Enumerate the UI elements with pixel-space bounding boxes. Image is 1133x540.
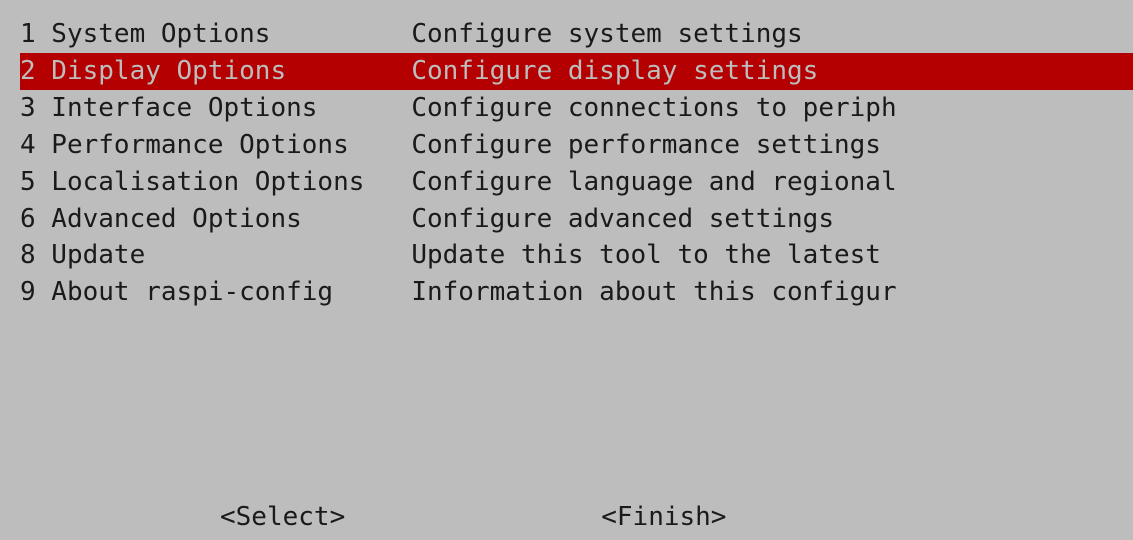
menu-item-label: 4 Performance Options [20,130,411,160]
menu-item-label: 1 System Options [20,19,411,49]
menu-item-desc: Configure system settings [411,19,802,49]
menu-item-desc: Configure language and regional [411,167,896,197]
menu-item[interactable]: 8 Update Update this tool to the latest [20,237,1133,274]
finish-button[interactable]: <Finish> [601,502,726,532]
menu-item-desc: Information about this configur [411,277,896,307]
menu-item-label: 8 Update [20,240,411,270]
button-bar: <Select> <Finish> [0,502,1133,532]
menu-item[interactable]: 3 Interface Options Configure connection… [20,90,1133,127]
menu-item-label: 2 Display Options [20,56,411,86]
menu-item[interactable]: 1 System Options Configure system settin… [20,16,1133,53]
menu-item-desc: Configure display settings [411,56,818,86]
menu-item-label: 6 Advanced Options [20,204,411,234]
menu-item[interactable]: 4 Performance Options Configure performa… [20,127,1133,164]
menu-item[interactable]: 2 Display Options Configure display sett… [20,53,1133,90]
menu-item-desc: Configure performance settings [411,130,881,160]
menu-item-desc: Configure advanced settings [411,204,834,234]
menu-item-label: 5 Localisation Options [20,167,411,197]
config-menu: 1 System Options Configure system settin… [0,16,1133,311]
select-button[interactable]: <Select> [220,502,345,532]
menu-item-desc: Configure connections to periph [411,93,896,123]
menu-item[interactable]: 6 Advanced Options Configure advanced se… [20,201,1133,238]
menu-item[interactable]: 9 About raspi-config Information about t… [20,274,1133,311]
menu-item[interactable]: 5 Localisation Options Configure languag… [20,164,1133,201]
menu-item-desc: Update this tool to the latest [411,240,881,270]
menu-item-label: 9 About raspi-config [20,277,411,307]
menu-item-label: 3 Interface Options [20,93,411,123]
